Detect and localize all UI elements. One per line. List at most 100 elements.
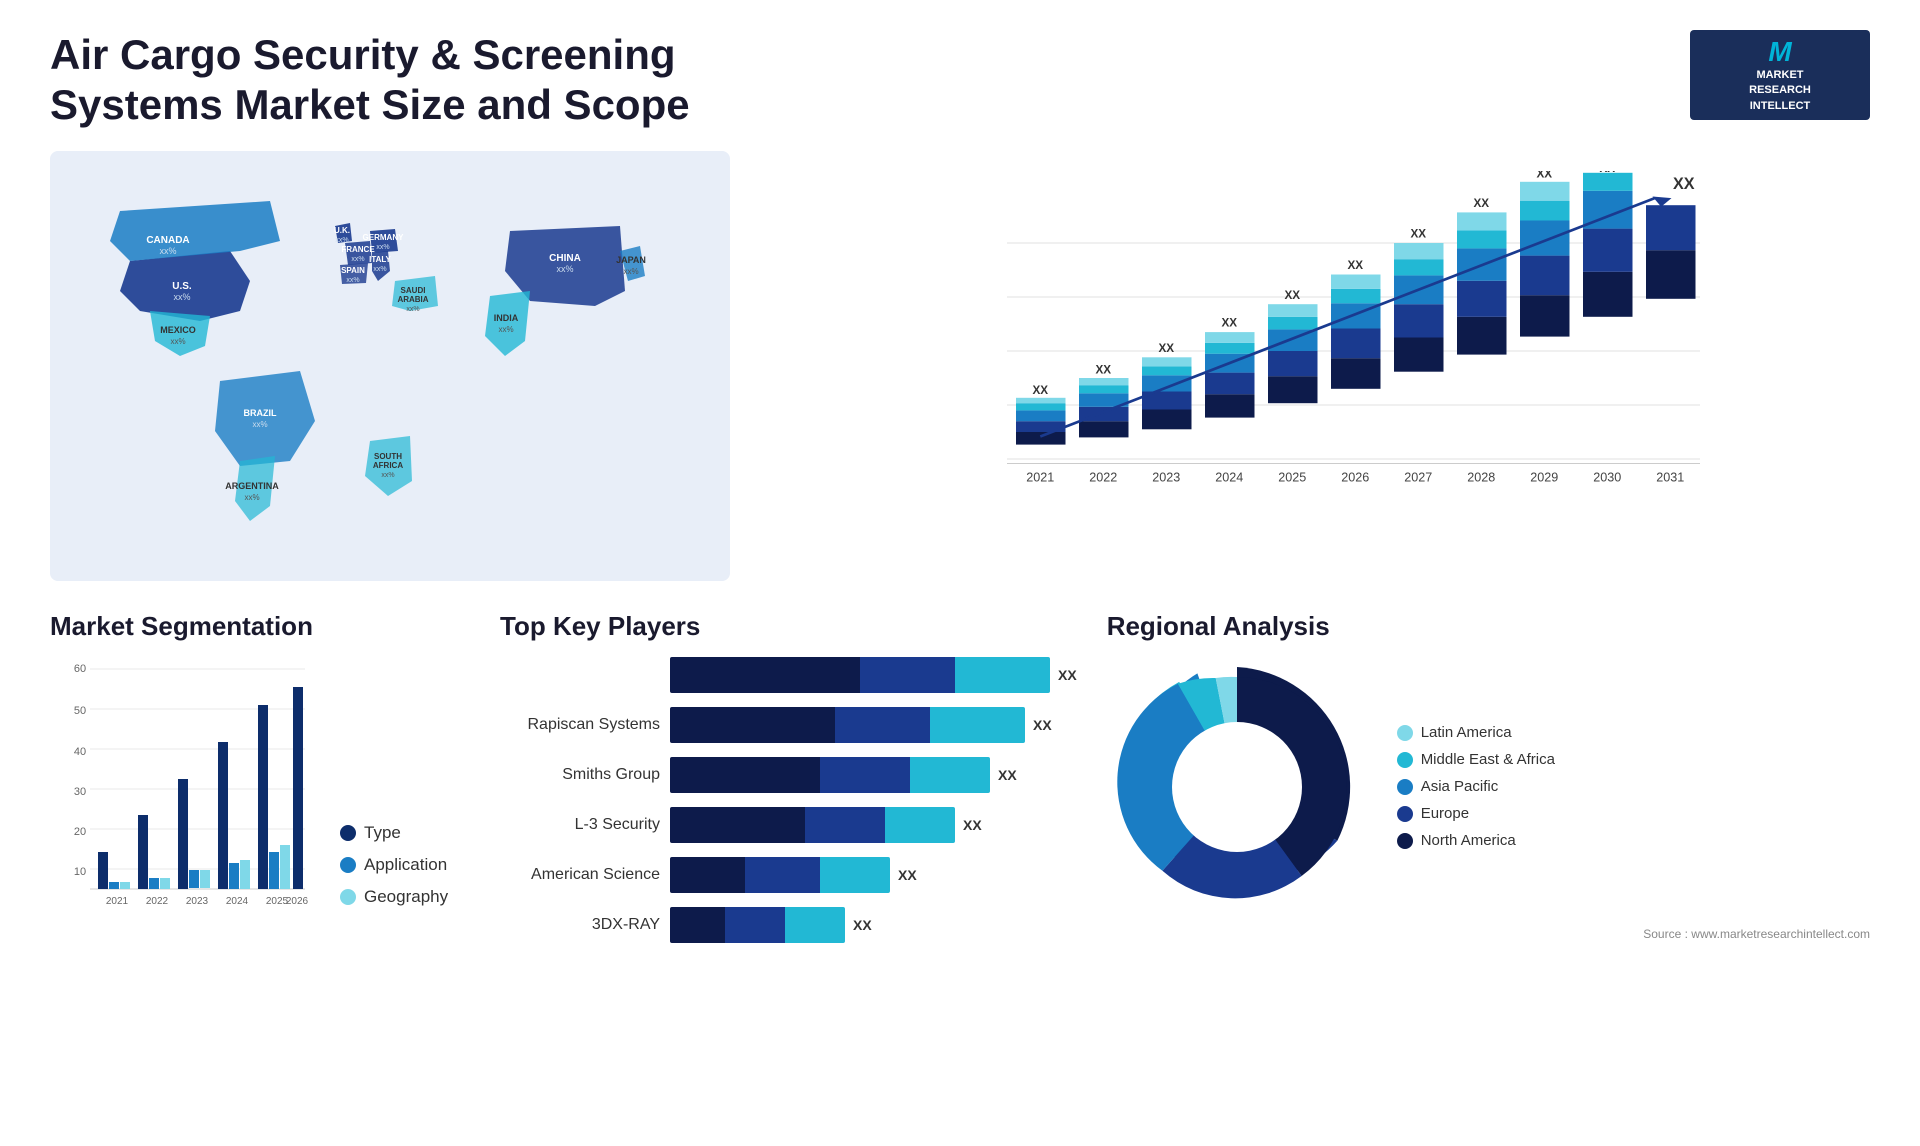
svg-text:GERMANY: GERMANY: [363, 233, 405, 242]
svg-text:2026: 2026: [286, 896, 309, 907]
na-dot: [1397, 833, 1413, 849]
seg-legend-geography: Geography: [340, 887, 448, 907]
svg-text:xx%: xx%: [159, 246, 176, 256]
player-bar-wrap-1: XX: [670, 657, 1077, 693]
player-row-smiths: Smiths Group XX: [500, 757, 1077, 793]
seg-legend-application: Application: [340, 855, 448, 875]
svg-text:2029: 2029: [1530, 470, 1558, 484]
svg-text:xx%: xx%: [252, 420, 267, 429]
players-container: Top Key Players XX Rapiscan Systems: [500, 611, 1077, 957]
svg-text:2022: 2022: [1089, 470, 1117, 484]
svg-text:CANADA: CANADA: [146, 235, 189, 246]
reg-item-europe: Europe: [1397, 805, 1555, 822]
svg-text:MEXICO: MEXICO: [160, 325, 196, 335]
player-xx-l3: XX: [963, 817, 982, 833]
svg-text:XX: XX: [1222, 316, 1238, 329]
latin-dot: [1397, 725, 1413, 741]
svg-text:xx%: xx%: [406, 306, 419, 313]
svg-text:SAUDI: SAUDI: [401, 286, 426, 295]
logo-letter: M: [1768, 36, 1791, 68]
player-xx-1: XX: [1058, 667, 1077, 683]
svg-text:XX: XX: [1537, 171, 1553, 180]
player-xx-rapiscan: XX: [1033, 717, 1052, 733]
player-row-american: American Science XX: [500, 857, 1077, 893]
svg-text:2030: 2030: [1593, 470, 1621, 484]
svg-text:ITALY: ITALY: [369, 255, 391, 264]
map-container: CANADA xx% U.S. xx% MEXICO xx% BRAZIL xx…: [50, 151, 730, 581]
svg-text:U.K.: U.K.: [334, 226, 350, 235]
player-row-1: XX: [500, 657, 1077, 693]
svg-text:AFRICA: AFRICA: [373, 461, 403, 470]
reg-item-apac: Asia Pacific: [1397, 778, 1555, 795]
svg-text:ARABIA: ARABIA: [397, 295, 428, 304]
player-xx-american: XX: [898, 867, 917, 883]
svg-text:XX: XX: [1411, 227, 1427, 240]
latin-label: Latin America: [1421, 724, 1512, 741]
svg-text:XX: XX: [1159, 342, 1175, 355]
player-xx-smiths: XX: [998, 767, 1017, 783]
reg-item-na: North America: [1397, 832, 1555, 849]
logo-box: M MARKETRESEARCHINTELLECT: [1690, 30, 1870, 120]
mea-dot: [1397, 752, 1413, 768]
svg-text:50: 50: [74, 705, 86, 717]
svg-text:xx%: xx%: [346, 277, 359, 284]
svg-text:40: 40: [74, 746, 86, 758]
header: Air Cargo Security & Screening Systems M…: [50, 30, 1870, 131]
svg-text:xx%: xx%: [244, 493, 259, 502]
svg-text:2024: 2024: [1215, 470, 1243, 484]
donut-chart-svg: [1107, 657, 1367, 917]
application-label: Application: [364, 855, 447, 875]
logo-text: MARKETRESEARCHINTELLECT: [1749, 68, 1811, 114]
svg-text:SPAIN: SPAIN: [341, 266, 365, 275]
svg-text:xx%: xx%: [498, 325, 513, 334]
segmentation-container: Market Segmentation 60 50 40 30 20 10: [50, 611, 470, 957]
svg-text:INDIA: INDIA: [494, 313, 519, 323]
player-name-3dx: 3DX-RAY: [500, 916, 660, 934]
bar-chart-container: XX XX XX XX: [770, 151, 1870, 581]
svg-text:xx%: xx%: [373, 266, 386, 273]
page-wrapper: Air Cargo Security & Screening Systems M…: [0, 0, 1920, 1146]
svg-text:SOUTH: SOUTH: [374, 452, 402, 461]
application-dot: [340, 857, 356, 873]
svg-text:2021: 2021: [106, 896, 129, 907]
geography-label: Geography: [364, 887, 448, 907]
svg-text:2022: 2022: [146, 896, 169, 907]
svg-text:BRAZIL: BRAZIL: [244, 408, 277, 418]
svg-text:2021: 2021: [1026, 470, 1054, 484]
reg-item-latin: Latin America: [1397, 724, 1555, 741]
seg-legend-type: Type: [340, 823, 448, 843]
player-name-l3: L-3 Security: [500, 816, 660, 834]
reg-item-mea: Middle East & Africa: [1397, 751, 1555, 768]
seg-legend: Type Application Geography: [340, 823, 448, 907]
svg-text:ARGENTINA: ARGENTINA: [225, 481, 279, 491]
player-name-rapiscan: Rapiscan Systems: [500, 716, 660, 734]
player-row-l3: L-3 Security XX: [500, 807, 1077, 843]
svg-text:XX: XX: [1285, 289, 1301, 302]
type-label: Type: [364, 823, 401, 843]
svg-text:20: 20: [74, 826, 86, 838]
segmentation-chart-svg: 60 50 40 30 20 10: [50, 657, 310, 907]
svg-text:CHINA: CHINA: [549, 253, 581, 264]
svg-text:2023: 2023: [186, 896, 209, 907]
player-xx-3dx: XX: [853, 917, 872, 933]
segmentation-title: Market Segmentation: [50, 611, 470, 642]
europe-label: Europe: [1421, 805, 1469, 822]
logo-area: M MARKETRESEARCHINTELLECT: [1690, 30, 1870, 120]
svg-text:2027: 2027: [1404, 470, 1432, 484]
source-text: Source : www.marketresearchintellect.com: [1107, 927, 1870, 941]
svg-text:30: 30: [74, 786, 86, 798]
regional-container: Regional Analysis: [1107, 611, 1870, 957]
svg-text:XX: XX: [1033, 384, 1049, 397]
europe-dot: [1397, 806, 1413, 822]
player-row-3dx: 3DX-RAY XX: [500, 907, 1077, 943]
svg-text:2028: 2028: [1467, 470, 1495, 484]
player-row-rapiscan: Rapiscan Systems XX: [500, 707, 1077, 743]
world-map-svg: CANADA xx% U.S. xx% MEXICO xx% BRAZIL xx…: [50, 151, 730, 581]
svg-text:XX: XX: [1096, 363, 1112, 376]
svg-text:XX: XX: [1348, 259, 1364, 272]
svg-text:xx%: xx%: [335, 237, 348, 244]
type-dot: [340, 825, 356, 841]
svg-text:xx%: xx%: [381, 472, 394, 479]
top-section: CANADA xx% U.S. xx% MEXICO xx% BRAZIL xx…: [50, 151, 1870, 581]
na-label: North America: [1421, 832, 1516, 849]
